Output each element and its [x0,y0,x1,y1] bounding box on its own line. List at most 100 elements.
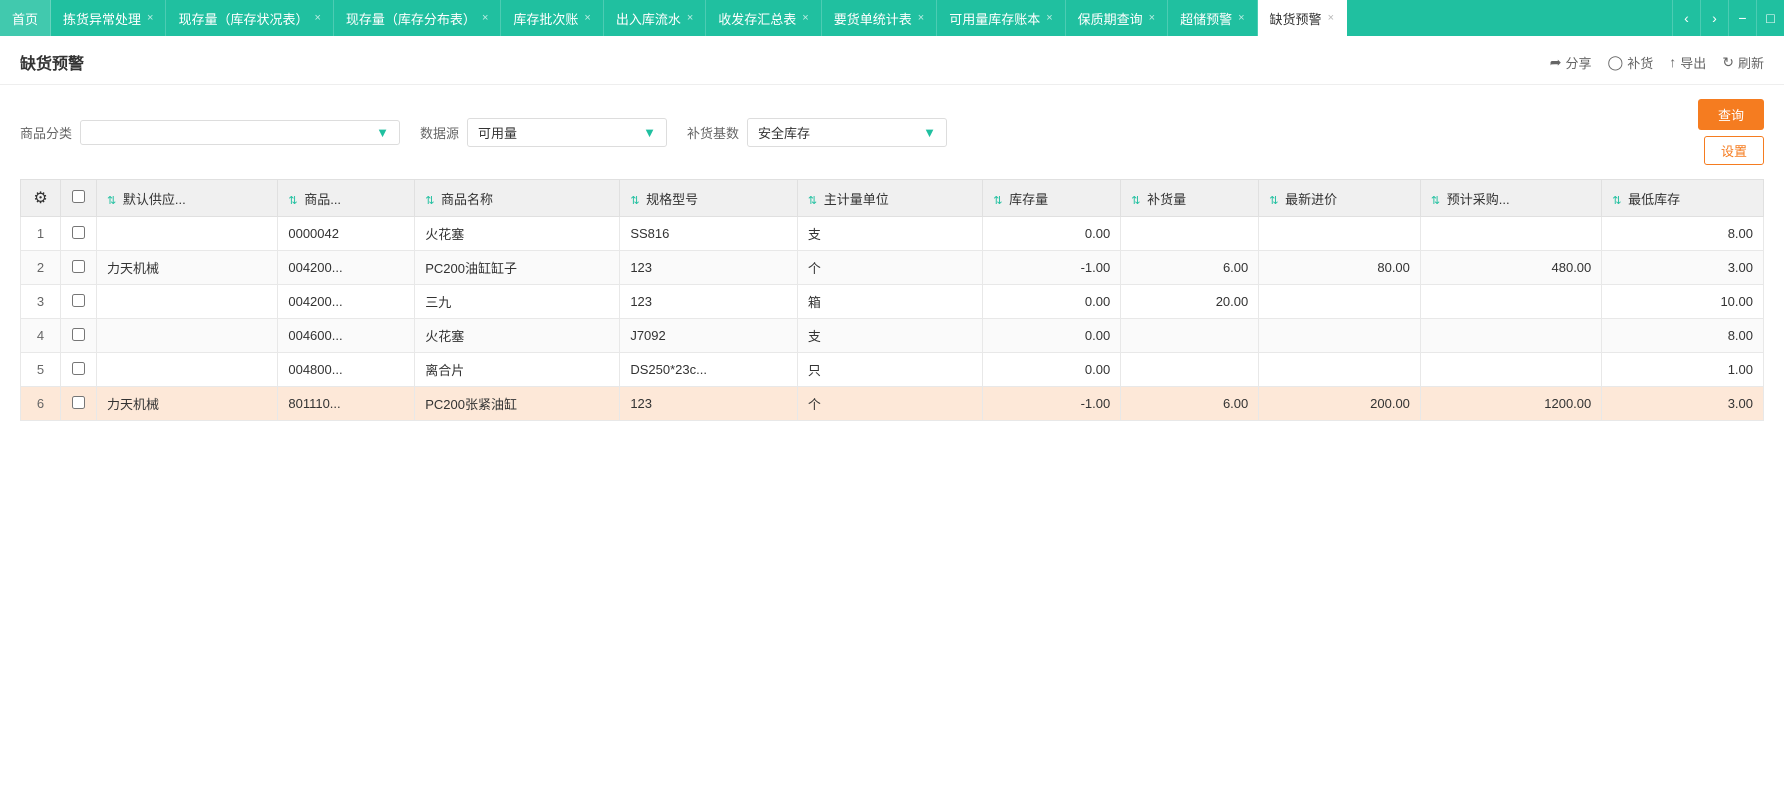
row-spec: 123 [620,285,798,319]
tab-close-shortage[interactable]: × [1328,12,1334,24]
col-header-latest-price[interactable]: ⇅ 最新进价 [1259,180,1421,217]
row-checkbox[interactable] [72,294,85,307]
tab-close-inout[interactable]: × [687,12,693,24]
export-button[interactable]: ↑ 导出 [1669,53,1706,72]
tab-overstock[interactable]: 超储预警 × [1168,0,1257,36]
query-button[interactable]: 查询 [1698,99,1764,130]
row-unit: 只 [797,353,982,387]
refresh-icon: ↻ [1722,54,1734,71]
row-unit: 箱 [797,285,982,319]
row-spec: 123 [620,251,798,285]
col-header-unit[interactable]: ⇅ 主计量单位 [797,180,982,217]
row-check-cell[interactable] [61,387,97,421]
tab-close-expiry[interactable]: × [1149,12,1155,24]
tab-abnormal[interactable]: 拣货异常处理 × [51,0,166,36]
row-spec: 123 [620,387,798,421]
datasource-select-value: 可用量 [478,123,517,142]
replenish-button[interactable]: ◯ 补货 [1608,53,1654,72]
select-all-checkbox[interactable] [72,190,85,203]
row-latest-price: 80.00 [1259,251,1421,285]
row-checkbox[interactable] [72,328,85,341]
table-row: 4 004600... 火花塞 J7092 支 0.00 8.00 [21,319,1764,353]
tab-close-abnormal[interactable]: × [147,12,153,24]
row-check-cell[interactable] [61,285,97,319]
row-spec: J7092 [620,319,798,353]
tab-maximize-button[interactable]: □ [1756,0,1784,36]
tab-close-batch[interactable]: × [584,12,590,24]
tab-next-button[interactable]: › [1700,0,1728,36]
row-latest-price [1259,285,1421,319]
row-check-cell[interactable] [61,217,97,251]
gear-icon[interactable]: ⚙ [33,190,47,207]
col-header-stock[interactable]: ⇅ 库存量 [983,180,1121,217]
row-check-cell[interactable] [61,319,97,353]
row-stock: 0.00 [983,285,1121,319]
tab-prev-button[interactable]: ‹ [1672,0,1700,36]
tab-collect[interactable]: 收发存汇总表 × [706,0,821,36]
row-est-purchase [1420,319,1601,353]
col-header-est-purchase[interactable]: ⇅ 预计采购... [1420,180,1601,217]
tab-shortage[interactable]: 缺货预警 × [1258,0,1347,36]
row-est-purchase [1420,353,1601,387]
col-header-supplier[interactable]: ⇅ 默认供应... [97,180,278,217]
row-code: 004600... [278,319,415,353]
row-checkbox[interactable] [72,362,85,375]
tab-close-collect[interactable]: × [802,12,808,24]
row-check-cell[interactable] [61,251,97,285]
row-number: 2 [21,251,61,285]
tab-expiry[interactable]: 保质期查询 × [1066,0,1168,36]
tab-minimize-button[interactable]: − [1728,0,1756,36]
tab-requisition[interactable]: 要货单统计表 × [822,0,937,36]
sort-icon-replenish: ⇅ [1131,195,1140,207]
page-header: 缺货预警 ➦ 分享 ◯ 补货 ↑ 导出 ↻ 刷新 [0,36,1784,85]
row-est-purchase [1420,217,1601,251]
tab-stock-dist[interactable]: 现存量（库存分布表） × [334,0,501,36]
row-supplier [97,285,278,319]
col-header-name[interactable]: ⇅ 商品名称 [415,180,620,217]
col-header-code[interactable]: ⇅ 商品... [278,180,415,217]
category-select[interactable]: ▼ [80,120,400,145]
row-name: 火花塞 [415,217,620,251]
col-header-min-stock[interactable]: ⇅ 最低库存 [1602,180,1764,217]
row-stock: -1.00 [983,387,1121,421]
tab-nav-buttons: ‹ › − □ [1672,0,1784,36]
tab-inout[interactable]: 出入库流水 × [604,0,706,36]
row-code: 0000042 [278,217,415,251]
tab-batch[interactable]: 库存批次账 × [501,0,603,36]
tab-close-overstock[interactable]: × [1238,12,1244,24]
replenish-base-select[interactable]: 安全库存 ▼ [747,118,947,147]
tab-available[interactable]: 可用量库存账本 × [937,0,1065,36]
col-header-spec[interactable]: ⇅ 规格型号 [620,180,798,217]
col-header-replenish[interactable]: ⇅ 补货量 [1121,180,1259,217]
row-number: 3 [21,285,61,319]
settings-button[interactable]: 设置 [1704,136,1764,165]
replenish-base-dropdown-icon: ▼ [923,125,936,140]
row-checkbox[interactable] [72,396,85,409]
col-header-settings[interactable]: ⚙ [21,180,61,217]
col-header-check[interactable] [61,180,97,217]
row-name: PC200张紧油缸 [415,387,620,421]
row-checkbox[interactable] [72,260,85,273]
sort-icon-code: ⇅ [288,195,297,207]
tab-close-stock-dist[interactable]: × [482,12,488,24]
share-button[interactable]: ➦ 分享 [1550,53,1592,72]
tab-home[interactable]: 首页 [0,0,51,36]
row-number: 4 [21,319,61,353]
tab-close-stock-status[interactable]: × [314,12,320,24]
row-unit: 支 [797,319,982,353]
row-stock: 0.00 [983,319,1121,353]
tab-close-available[interactable]: × [1046,12,1052,24]
table-row: 3 004200... 三九 123 箱 0.00 20.00 10.00 [21,285,1764,319]
row-check-cell[interactable] [61,353,97,387]
table-row: 5 004800... 离合片 DS250*23c... 只 0.00 1.00 [21,353,1764,387]
filter-bar: 商品分类 ▼ 数据源 可用量 ▼ 补货基数 安全库存 ▼ 查询 设置 [0,85,1784,179]
row-name: 离合片 [415,353,620,387]
row-supplier: 力天机械 [97,251,278,285]
tab-close-requisition[interactable]: × [918,12,924,24]
replenish-base-label: 补货基数 [687,123,739,142]
datasource-select[interactable]: 可用量 ▼ [467,118,667,147]
refresh-button[interactable]: ↻ 刷新 [1722,53,1764,72]
tab-stock-status[interactable]: 现存量（库存状况表） × [166,0,333,36]
row-checkbox[interactable] [72,226,85,239]
row-latest-price [1259,319,1421,353]
